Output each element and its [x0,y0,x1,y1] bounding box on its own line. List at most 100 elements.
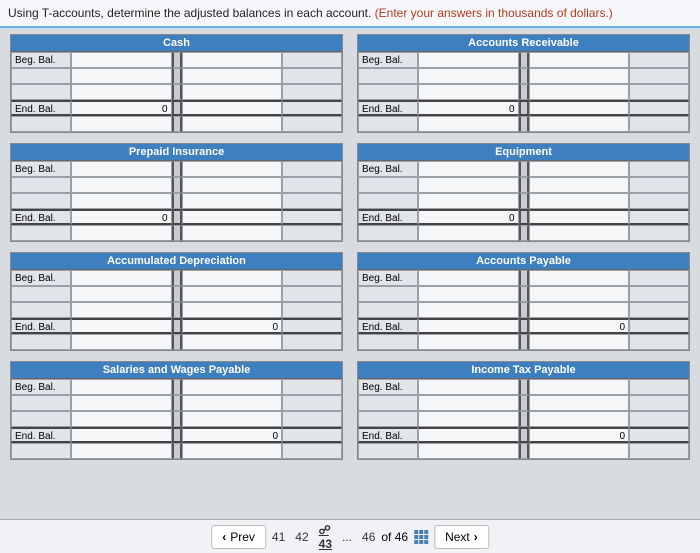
debit-input[interactable] [418,161,519,177]
center-rule [172,100,182,116]
debit-input[interactable] [418,177,519,193]
debit-input[interactable] [418,52,519,68]
beg-bal-label: Beg. Bal. [11,270,71,286]
credit-input[interactable] [182,177,283,193]
debit-input[interactable] [418,286,519,302]
end-bal-row: End. Bal.0 [358,427,689,443]
debit-input[interactable] [71,379,172,395]
end-bal-row: End. Bal.0 [358,318,689,334]
center-rule [172,302,182,318]
credit-input[interactable] [182,68,283,84]
spacer [418,334,519,350]
t-account: Income Tax PayableBeg. Bal.End. Bal.0 [357,361,690,460]
row-label [11,395,71,411]
credit-input[interactable] [529,84,630,100]
debit-input[interactable] [71,411,172,427]
center-rule [519,52,529,68]
spacer [629,334,689,350]
debit-input[interactable] [71,193,172,209]
credit-input[interactable] [182,286,283,302]
page-43[interactable]: ☍ 43 [319,523,332,551]
credit-input[interactable] [182,270,283,286]
spacer [629,270,689,286]
spacer [282,443,342,459]
credit-input[interactable] [529,52,630,68]
debit-input[interactable] [71,286,172,302]
row-label [11,302,71,318]
debit-input[interactable] [71,84,172,100]
end-bal-row: End. Bal.0 [11,318,342,334]
prev-label: Prev [230,530,255,544]
debit-input[interactable] [418,68,519,84]
debit-input[interactable] [71,68,172,84]
spacer [282,270,342,286]
credit-input[interactable] [529,177,630,193]
credit-input[interactable] [529,302,630,318]
debit-input[interactable] [71,52,172,68]
right-column: Accounts ReceivableBeg. Bal.End. Bal.0Eq… [357,34,690,460]
end-bal-row: End. Bal.0 [11,209,342,225]
credit-input[interactable] [182,302,283,318]
row-label [629,177,689,193]
t-account-header: Accounts Receivable [358,35,689,52]
row-label [11,177,71,193]
spacer [629,209,689,225]
debit-input[interactable] [418,270,519,286]
debit-input[interactable] [418,302,519,318]
instruction-hint: (Enter your answers in thousands of doll… [375,6,613,20]
spacer [629,443,689,459]
credit-input[interactable] [529,270,630,286]
page-42[interactable]: 42 [295,530,308,544]
debit-input[interactable] [71,270,172,286]
credit-input[interactable] [182,193,283,209]
debit-input[interactable] [418,411,519,427]
debit-input[interactable] [71,177,172,193]
credit-input[interactable] [182,161,283,177]
debit-input[interactable] [418,193,519,209]
page-46[interactable]: 46 [362,530,375,544]
center-rule [172,52,182,68]
credit-input[interactable] [529,68,630,84]
center-rule [519,116,529,132]
worksheet: CashBeg. Bal.End. Bal.0Prepaid Insurance… [0,28,700,460]
credit-input[interactable] [529,395,630,411]
page-41[interactable]: 41 [272,530,285,544]
spacer [629,427,689,443]
spacer [282,427,342,443]
credit-input[interactable] [182,84,283,100]
spacer [282,379,342,395]
spacer [282,209,342,225]
credit-input[interactable] [529,379,630,395]
spacer [182,443,283,459]
end-bal-label: End. Bal. [358,209,418,225]
debit-input[interactable] [418,395,519,411]
end-bal-label: End. Bal. [358,100,418,116]
debit-input[interactable] [418,84,519,100]
spacer [282,318,342,334]
debit-input[interactable] [418,379,519,395]
credit-input[interactable] [182,52,283,68]
next-button[interactable]: Next › [434,525,489,549]
center-rule [519,225,529,241]
spacer [282,100,342,116]
credit-input[interactable] [182,411,283,427]
credit-input[interactable] [182,379,283,395]
row-label [282,84,342,100]
t-account: Accounts ReceivableBeg. Bal.End. Bal.0 [357,34,690,133]
credit-input[interactable] [529,193,630,209]
grid-icon[interactable] [414,530,428,544]
row-label [629,395,689,411]
prev-button[interactable]: ‹ Prev [211,525,266,549]
spacer [629,52,689,68]
credit-input[interactable] [529,411,630,427]
debit-input[interactable] [71,161,172,177]
credit-input[interactable] [182,395,283,411]
end-credit: 0 [182,427,283,443]
credit-input[interactable] [529,286,630,302]
end-bal-row: End. Bal.0 [11,100,342,116]
t-account-header: Income Tax Payable [358,362,689,379]
debit-input[interactable] [71,395,172,411]
credit-input[interactable] [529,161,630,177]
debit-input[interactable] [71,302,172,318]
t-account-header: Prepaid Insurance [11,144,342,161]
